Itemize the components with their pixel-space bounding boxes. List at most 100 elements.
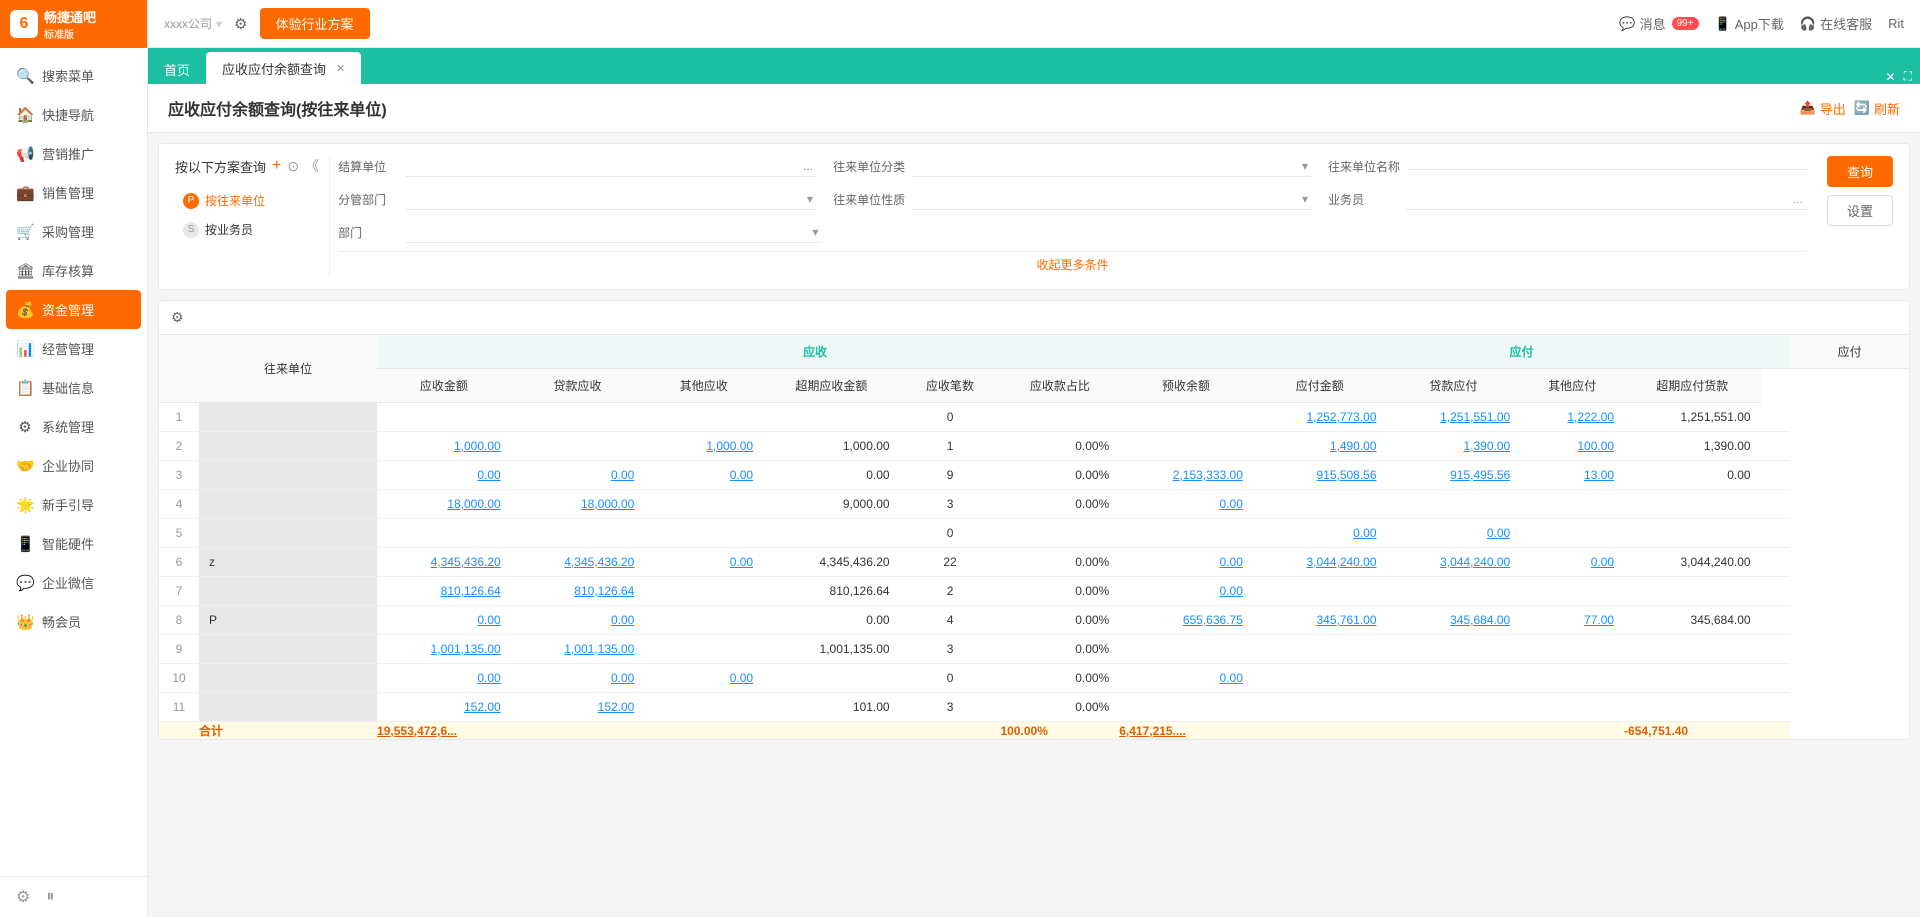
wechat-icon: 💬 — [16, 574, 34, 592]
partner-name-input[interactable] — [1408, 163, 1807, 170]
sidebar-item-member[interactable]: 👑 畅会员 — [0, 602, 147, 641]
message-icon: 💬 — [1619, 16, 1635, 32]
partner-cell — [199, 490, 377, 519]
operations-icon: 📊 — [16, 340, 34, 358]
sidebar-item-collab[interactable]: 🤝 企业协同 — [0, 446, 147, 485]
pause-icon[interactable]: ⏸ — [46, 888, 54, 906]
tab-ar-query[interactable]: 应收应付余额查询 ✕ — [206, 52, 361, 84]
partner-cell — [199, 432, 377, 461]
partner-cell — [199, 693, 377, 722]
total-prepaid[interactable]: 6,417,215.... — [1119, 722, 1253, 740]
sidebar-item-sales[interactable]: 💼 销售管理 — [0, 173, 147, 212]
table-settings-icon[interactable]: ⚙ — [171, 309, 184, 326]
table-row: 500.000.00 — [159, 519, 1909, 548]
sidebar-item-guide[interactable]: 🌟 新手引导 — [0, 485, 147, 524]
partner-cell — [199, 461, 377, 490]
salesperson-input[interactable]: ... — [1406, 189, 1807, 210]
sidebar-item-quicknav[interactable]: 🏠 快捷导航 — [0, 95, 147, 134]
sidebar-item-system[interactable]: ⚙ 系统管理 — [0, 407, 147, 446]
breadcrumb: xxxx公司 ▾ — [164, 15, 222, 32]
quicknav-icon: 🏠 — [16, 106, 34, 124]
col-ap-amount-header: 应付金额 — [1253, 369, 1387, 403]
partner-cell — [199, 519, 377, 548]
page-header-actions: 📤 导出 🔄 刷新 — [1800, 99, 1900, 118]
nav-by-partner[interactable]: P 按往来单位 — [175, 186, 319, 215]
sidebar-nav: 🔍 搜索菜单🏠 快捷导航📢 营销推广💼 销售管理🛒 采购管理🏛 库存核算💰 资金… — [0, 48, 147, 876]
sidebar-item-label: 系统管理 — [42, 417, 94, 436]
settlement-unit-input[interactable]: ... — [406, 156, 817, 177]
nav-by-salesperson[interactable]: S 按业务员 — [175, 215, 319, 244]
field-salesperson: 业务员 ... — [1328, 189, 1807, 210]
partner-nature-input[interactable]: ▾ — [913, 189, 1312, 210]
collapse-more-btn[interactable]: 收起更多条件 — [1037, 258, 1109, 272]
user-profile[interactable]: Rit — [1888, 16, 1904, 31]
industry-solution-button[interactable]: 体验行业方案 — [260, 8, 370, 39]
partner-cell: P — [199, 606, 377, 635]
field-partner-category: 往来单位分类 ▾ — [833, 156, 1312, 177]
data-table: 往来单位 应收 应付 应付 应收金额 贷款应收 其他应收 超期应收金额 应收笔数… — [159, 335, 1909, 739]
search-icon: 🔍 — [16, 67, 34, 85]
sidebar-item-label: 营销推广 — [42, 144, 94, 163]
total-ar-ratio: 100.00% — [1001, 722, 1120, 740]
settings-icon[interactable]: ⚙ — [16, 887, 30, 907]
sidebar-item-label: 资金管理 — [42, 300, 94, 319]
query-button[interactable]: 查询 — [1827, 156, 1893, 187]
field-dept: 分管部门 ▾ — [338, 189, 817, 210]
partner-cell: z — [199, 548, 377, 577]
col-ar-overdue-header: 超期应收金额 — [763, 369, 900, 403]
sidebar-item-label: 销售管理 — [42, 183, 94, 202]
search-panel-title: 按以下方案查询 — [175, 157, 266, 176]
inventory-icon: 🏛 — [16, 262, 34, 280]
app-download-button[interactable]: 📱 App下载 — [1715, 14, 1784, 33]
group-header-ap: 应付 — [1253, 335, 1790, 369]
sidebar-item-marketing[interactable]: 📢 营销推广 — [0, 134, 147, 173]
tab-close-icon[interactable]: ✕ — [336, 62, 345, 75]
partner-cell — [199, 635, 377, 664]
partner-category-input[interactable]: ▾ — [913, 156, 1312, 177]
sidebar-bottom: ⚙ ⏸ — [0, 876, 147, 917]
tab-close-window-icon[interactable]: ✕ — [1886, 70, 1896, 84]
field-branch-dept: 部门 ▾ — [338, 222, 822, 243]
sidebar-item-label: 新手引导 — [42, 495, 94, 514]
search-target-btn[interactable]: ⊙ — [287, 158, 299, 175]
col-prepaid-header: 预收余额 — [1119, 369, 1253, 403]
branch-dept-input[interactable]: ▾ — [406, 222, 822, 243]
sidebar-item-hardware[interactable]: 📱 智能硬件 — [0, 524, 147, 563]
sidebar-item-operations[interactable]: 📊 经营管理 — [0, 329, 147, 368]
total-ar-amount[interactable]: 19,553,472,6... — [377, 722, 511, 740]
sidebar-item-inventory[interactable]: 🏛 库存核算 — [0, 251, 147, 290]
tab-bar: 首页 应收应付余额查询 ✕ ✕ ⛶ — [148, 48, 1920, 84]
messages-button[interactable]: 💬 消息 99+ — [1619, 14, 1698, 33]
main-content: 应收应付余额查询(按往来单位) 📤 导出 🔄 刷新 按以下方案查询 + ⊙ 《 — [148, 84, 1920, 917]
col-ap-overdue-header: 超期应付货款 — [1624, 369, 1761, 403]
col-ar-ratio-header: 应收款占比 — [1001, 369, 1120, 403]
service-icon: 🎧 — [1800, 16, 1816, 32]
tab-maximize-icon[interactable]: ⛶ — [1904, 69, 1912, 84]
sidebar-item-wechat[interactable]: 💬 企业微信 — [0, 563, 147, 602]
export-button[interactable]: 📤 导出 — [1800, 99, 1846, 118]
sidebar-item-search[interactable]: 🔍 搜索菜单 — [0, 56, 147, 95]
system-icon: ⚙ — [16, 418, 34, 436]
service-label: 在线客服 — [1820, 14, 1872, 33]
sidebar-logo: 6 畅捷通吧 标准版 — [0, 0, 147, 48]
header-gear-icon[interactable]: ⚙ — [234, 15, 247, 33]
refresh-button[interactable]: 🔄 刷新 — [1854, 99, 1900, 118]
search-collapse-btn[interactable]: 《 — [305, 156, 319, 176]
partner-cell — [199, 577, 377, 606]
sidebar-item-purchase[interactable]: 🛒 采购管理 — [0, 212, 147, 251]
setting-button[interactable]: 设置 — [1827, 195, 1893, 226]
sidebar-item-finance[interactable]: 💰 资金管理 — [6, 290, 141, 329]
app-label: App下载 — [1735, 14, 1784, 33]
online-service-button[interactable]: 🎧 在线客服 — [1800, 14, 1872, 33]
dept-input[interactable]: ▾ — [406, 189, 817, 210]
table-row: 30.000.000.000.0090.00%2,153,333.00915,5… — [159, 461, 1909, 490]
total-row: 合计 19,553,472,6... 100.00% 6,417,215....… — [159, 722, 1909, 740]
tab-home[interactable]: 首页 — [148, 54, 206, 84]
base-icon: 📋 — [16, 379, 34, 397]
col-partner-header: 往来单位 — [199, 335, 377, 403]
finance-icon: 💰 — [16, 301, 34, 319]
col-ar-other-header: 其他应收 — [644, 369, 763, 403]
search-add-btn[interactable]: + — [272, 157, 281, 175]
msg-badge: 99+ — [1672, 17, 1699, 30]
sidebar-item-base[interactable]: 📋 基础信息 — [0, 368, 147, 407]
